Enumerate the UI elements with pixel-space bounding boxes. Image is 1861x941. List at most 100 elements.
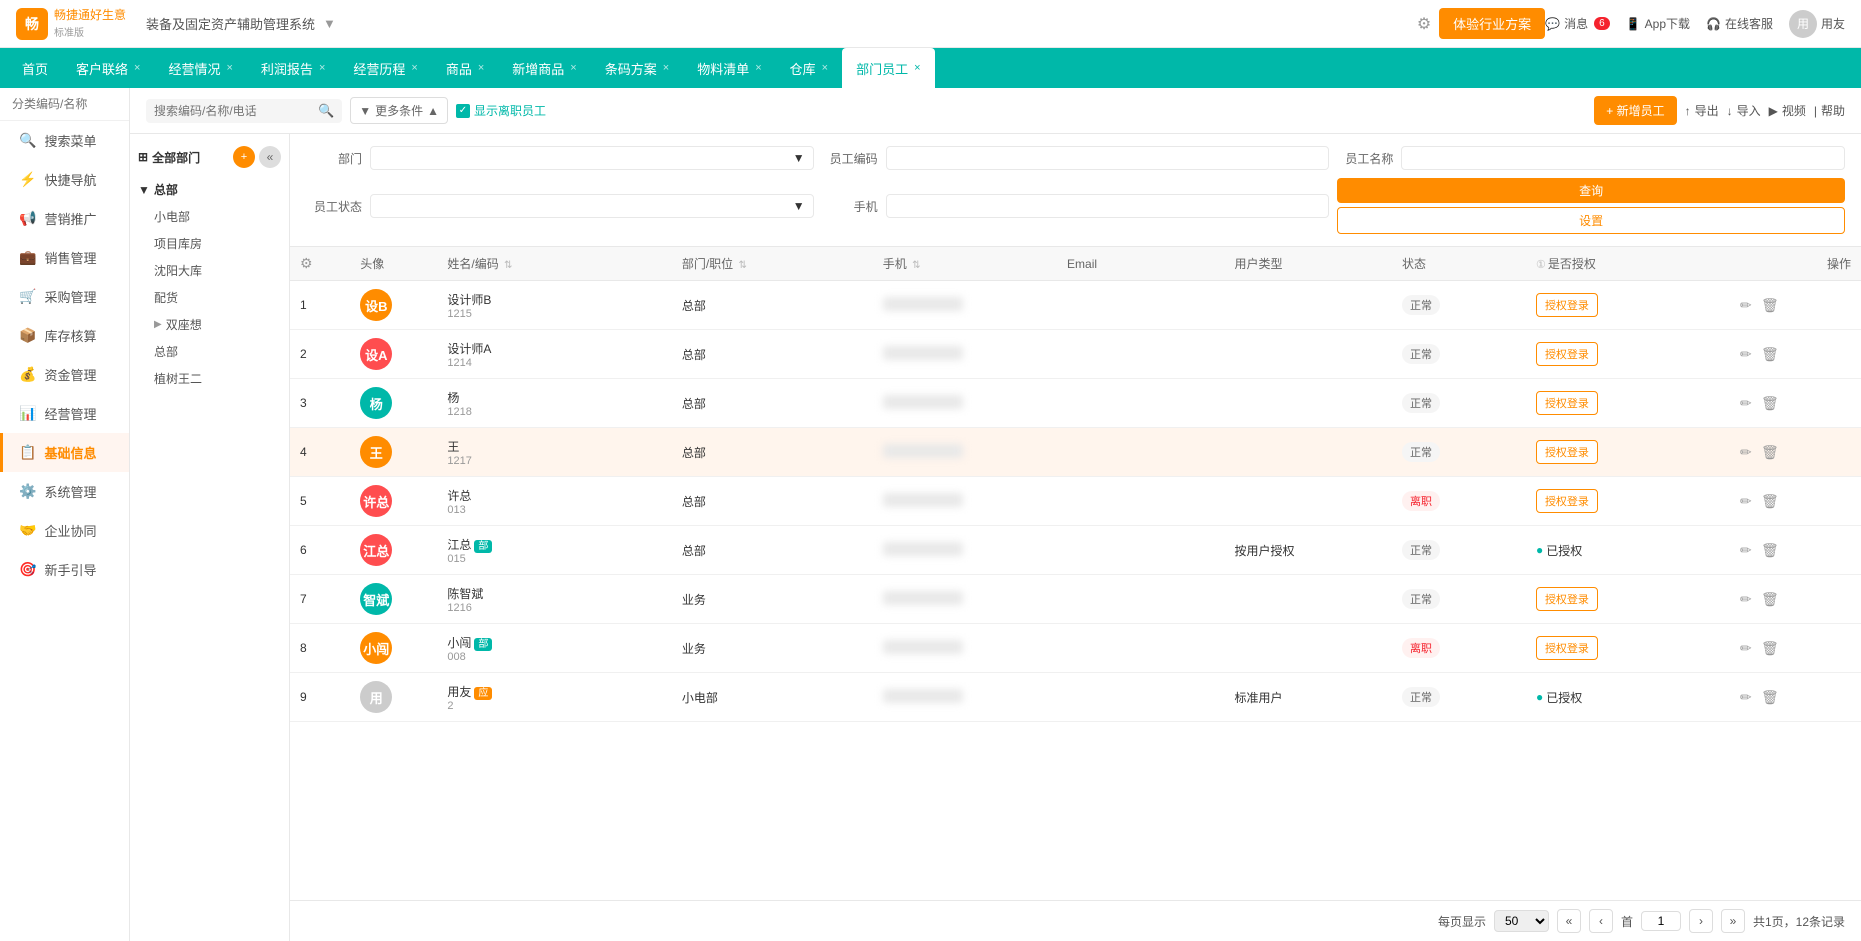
first-page-button[interactable]: « bbox=[1557, 909, 1581, 933]
empcode-input[interactable] bbox=[886, 146, 1330, 170]
reset-button[interactable]: 设置 bbox=[1337, 207, 1845, 234]
query-button[interactable]: 查询 bbox=[1337, 178, 1845, 203]
all-dept-label[interactable]: 全部部门 bbox=[152, 149, 200, 166]
user-avatar[interactable]: 用 用友 bbox=[1789, 10, 1845, 38]
col-phone[interactable]: 手机 ⇅ bbox=[873, 247, 1057, 281]
trial-button[interactable]: 体验行业方案 bbox=[1439, 8, 1545, 39]
delete-button[interactable]: 🗑 bbox=[1761, 346, 1779, 362]
prev-page-button[interactable]: ‹ bbox=[1589, 909, 1613, 933]
help-button[interactable]: | 帮助 bbox=[1814, 102, 1845, 119]
nav-tab-仓库[interactable]: 仓库× bbox=[776, 48, 842, 88]
nav-tab-新增商品[interactable]: 新增商品× bbox=[498, 48, 590, 88]
page-input[interactable] bbox=[1641, 911, 1681, 931]
tab-close-经营历程[interactable]: × bbox=[411, 62, 417, 74]
dept-item-zhishu[interactable]: 植树王二 bbox=[138, 365, 289, 392]
tab-close-仓库[interactable]: × bbox=[822, 62, 828, 74]
status-select[interactable]: ▼ bbox=[370, 194, 814, 218]
search-icon[interactable]: 🔍 bbox=[318, 103, 334, 119]
sidebar-item-库存核算[interactable]: 📦库存核算 bbox=[0, 316, 129, 355]
auth-button[interactable]: 授权登录 bbox=[1536, 587, 1598, 611]
settings-icon[interactable]: ⚙ bbox=[1417, 14, 1431, 34]
sidebar-item-搜索菜单[interactable]: 🔍搜索菜单 bbox=[0, 121, 129, 160]
dept-item-shenyang[interactable]: 沈阳大库 bbox=[138, 257, 289, 284]
nav-tab-部门员工[interactable]: 部门员工× bbox=[842, 48, 934, 88]
sidebar-item-采购管理[interactable]: 🛒采购管理 bbox=[0, 277, 129, 316]
sidebar-item-销售管理[interactable]: 💼销售管理 bbox=[0, 238, 129, 277]
delete-button[interactable]: 🗑 bbox=[1761, 493, 1779, 509]
dept-item-peihuo[interactable]: 配货 bbox=[138, 284, 289, 311]
tab-close-经营情况[interactable]: × bbox=[226, 62, 232, 74]
edit-button[interactable]: ✏ bbox=[1740, 591, 1752, 607]
add-employee-button[interactable]: + 新增员工 bbox=[1594, 96, 1676, 125]
tab-close-物料清单[interactable]: × bbox=[755, 62, 761, 74]
delete-button[interactable]: 🗑 bbox=[1761, 395, 1779, 411]
edit-button[interactable]: ✏ bbox=[1740, 395, 1752, 411]
auth-button[interactable]: 授权登录 bbox=[1536, 489, 1598, 513]
nav-tab-物料清单[interactable]: 物料清单× bbox=[683, 48, 775, 88]
tab-close-利润报告[interactable]: × bbox=[319, 62, 325, 74]
system-dropdown-icon[interactable]: ▼ bbox=[323, 16, 336, 31]
edit-button[interactable]: ✏ bbox=[1740, 346, 1752, 362]
sidebar-item-快捷导航[interactable]: ⚡快捷导航 bbox=[0, 160, 129, 199]
nav-tab-首页[interactable]: 首页 bbox=[8, 48, 62, 88]
delete-button[interactable]: 🗑 bbox=[1761, 542, 1779, 558]
edit-button[interactable]: ✏ bbox=[1740, 542, 1752, 558]
delete-button[interactable]: 🗑 bbox=[1761, 689, 1779, 705]
tab-close-客户联络[interactable]: × bbox=[134, 62, 140, 74]
empname-input[interactable] bbox=[1401, 146, 1845, 170]
tab-close-新增商品[interactable]: × bbox=[570, 62, 576, 74]
edit-button[interactable]: ✏ bbox=[1740, 689, 1752, 705]
dept-select[interactable]: ▼ bbox=[370, 146, 814, 170]
delete-button[interactable]: 🗑 bbox=[1761, 444, 1779, 460]
delete-button[interactable]: 🗑 bbox=[1761, 591, 1779, 607]
col-settings[interactable]: ⚙ bbox=[290, 247, 350, 281]
sidebar-search-input[interactable] bbox=[12, 97, 130, 111]
auth-button[interactable]: 授权登录 bbox=[1536, 293, 1598, 317]
next-page-button[interactable]: › bbox=[1689, 909, 1713, 933]
sidebar-item-资金管理[interactable]: 💰资金管理 bbox=[0, 355, 129, 394]
app-download-button[interactable]: 📱 App下载 bbox=[1626, 15, 1690, 32]
edit-button[interactable]: ✏ bbox=[1740, 640, 1752, 656]
delete-button[interactable]: 🗑 bbox=[1761, 640, 1779, 656]
nav-tab-条码方案[interactable]: 条码方案× bbox=[591, 48, 683, 88]
show-inactive-checkbox[interactable]: ✓ 显示离职员工 bbox=[456, 102, 546, 119]
dept-tree-group-head[interactable]: ▼ 总部 bbox=[130, 176, 289, 203]
auth-button[interactable]: 授权登录 bbox=[1536, 391, 1598, 415]
auth-button[interactable]: 授权登录 bbox=[1536, 636, 1598, 660]
nav-tab-利润报告[interactable]: 利润报告× bbox=[247, 48, 339, 88]
nav-tab-商品[interactable]: 商品× bbox=[432, 48, 498, 88]
message-button[interactable]: 💬 消息 6 bbox=[1545, 15, 1610, 32]
page-size-select[interactable]: 50 100 200 bbox=[1494, 910, 1549, 932]
tab-close-商品[interactable]: × bbox=[478, 62, 484, 74]
collapse-tree-button[interactable]: « bbox=[259, 146, 281, 168]
auth-button[interactable]: 授权登录 bbox=[1536, 342, 1598, 366]
edit-button[interactable]: ✏ bbox=[1740, 444, 1752, 460]
dept-item-zongbu[interactable]: 总部 bbox=[138, 338, 289, 365]
tab-close-条码方案[interactable]: × bbox=[663, 62, 669, 74]
sidebar-item-系统管理[interactable]: ⚙️系统管理 bbox=[0, 472, 129, 511]
online-service-button[interactable]: 🎧 在线客服 bbox=[1706, 15, 1773, 32]
sidebar-item-企业协同[interactable]: 🤝企业协同 bbox=[0, 511, 129, 550]
search-input[interactable] bbox=[154, 104, 314, 118]
auth-button[interactable]: 授权登录 bbox=[1536, 440, 1598, 464]
dept-item-shuangzuo[interactable]: ▶双座想 bbox=[138, 311, 289, 338]
sidebar-item-经营管理[interactable]: 📊经营管理 bbox=[0, 394, 129, 433]
add-dept-button[interactable]: + bbox=[233, 146, 255, 168]
edit-button[interactable]: ✏ bbox=[1740, 297, 1752, 313]
phone-input[interactable] bbox=[886, 194, 1330, 218]
dept-item-xiaodian[interactable]: 小电部 bbox=[138, 203, 289, 230]
nav-tab-经营情况[interactable]: 经营情况× bbox=[154, 48, 246, 88]
col-dept[interactable]: 部门/职位 ⇅ bbox=[672, 247, 873, 281]
delete-button[interactable]: 🗑 bbox=[1761, 297, 1779, 313]
sidebar-item-新手引导[interactable]: 🎯新手引导 bbox=[0, 550, 129, 589]
sidebar-item-营销推广[interactable]: 📢营销推广 bbox=[0, 199, 129, 238]
more-filter-button[interactable]: ▼ 更多条件 ▲ bbox=[350, 97, 448, 124]
nav-tab-客户联络[interactable]: 客户联络× bbox=[62, 48, 154, 88]
export-button[interactable]: ↑ 导出 bbox=[1685, 102, 1719, 119]
view-button[interactable]: ▶ 视频 bbox=[1769, 102, 1806, 119]
nav-tab-经营历程[interactable]: 经营历程× bbox=[339, 48, 431, 88]
sidebar-item-基础信息[interactable]: 📋基础信息 bbox=[0, 433, 129, 472]
last-page-button[interactable]: » bbox=[1721, 909, 1745, 933]
edit-button[interactable]: ✏ bbox=[1740, 493, 1752, 509]
tab-close-部门员工[interactable]: × bbox=[914, 62, 920, 74]
